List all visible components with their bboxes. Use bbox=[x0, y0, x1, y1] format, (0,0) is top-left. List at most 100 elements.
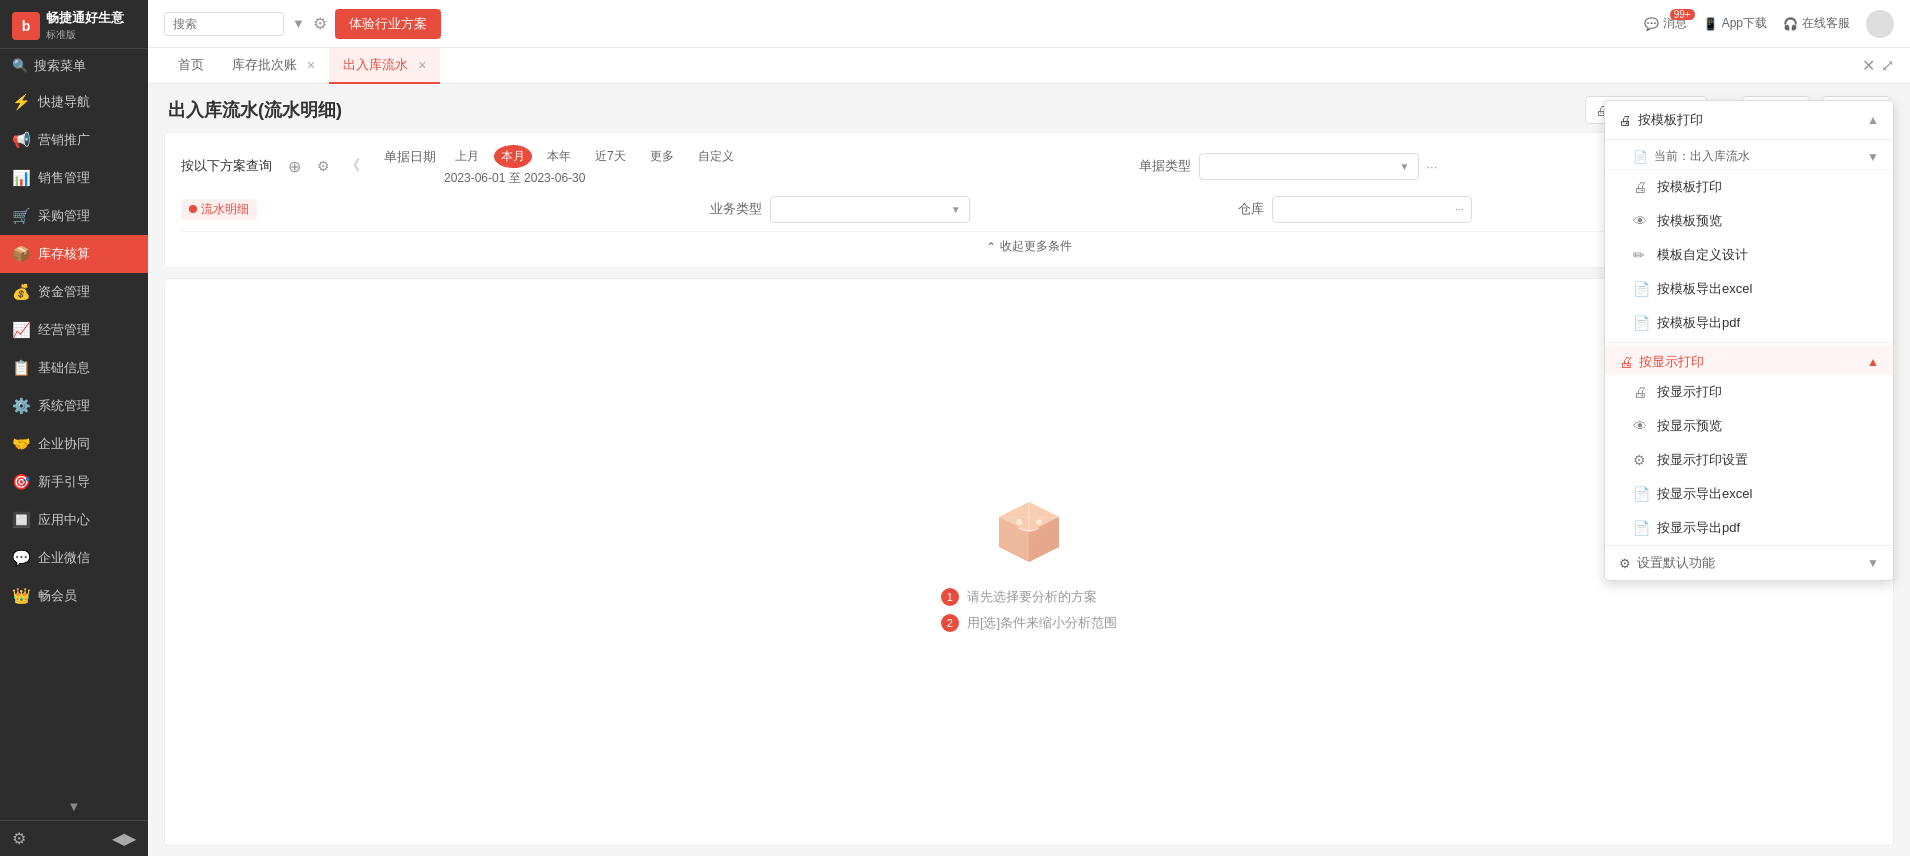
warehouse-label: 仓库 bbox=[1238, 200, 1264, 218]
dropdown-display-preview[interactable]: 👁 按显示预览 bbox=[1605, 409, 1893, 443]
date-filter-custom[interactable]: 自定义 bbox=[689, 145, 743, 168]
page-title: 出入库流水(流水明细) bbox=[168, 98, 342, 122]
display-section-label: 按显示打印 bbox=[1639, 353, 1704, 371]
filter-add-button[interactable]: ⊕ bbox=[288, 157, 301, 176]
dropdown-template-print[interactable]: 🖨 按模板打印 bbox=[1605, 170, 1893, 204]
dropdown-display-excel[interactable]: 📄 按显示导出excel bbox=[1605, 477, 1893, 511]
dropdown-footer-settings[interactable]: ⚙ 设置默认功能 ▼ bbox=[1605, 545, 1893, 580]
topbar-left: ▼ ⚙ 体验行业方案 bbox=[164, 9, 1632, 39]
sidebar-nav: ⚡ 快捷导航 📢 营销推广 📊 销售管理 🛒 采购管理 📦 库存核算 💰 资金管… bbox=[0, 83, 148, 793]
sidebar-item-inventory[interactable]: 📦 库存核算 bbox=[0, 235, 148, 273]
date-filter-this-month[interactable]: 本月 bbox=[494, 145, 532, 168]
date-filter-this-year[interactable]: 本年 bbox=[538, 145, 580, 168]
sidebar-item-label: 经营管理 bbox=[38, 321, 90, 339]
wechat-icon: 💬 bbox=[12, 549, 30, 567]
topbar-dropdown-chevron[interactable]: ▼ bbox=[292, 16, 305, 31]
tab-expand-icon[interactable]: ⤢ bbox=[1881, 56, 1894, 75]
online-service-button[interactable]: 🎧 在线客服 bbox=[1783, 15, 1850, 32]
industry-solution-button[interactable]: 体验行业方案 bbox=[335, 9, 441, 39]
main-content: ▼ ⚙ 体验行业方案 💬 消息 99+ 📱 App下载 🎧 在线客服 首页 bbox=[148, 0, 1910, 856]
warehouse-select[interactable]: ··· bbox=[1272, 196, 1472, 223]
sidebar-item-app[interactable]: 🔲 应用中心 bbox=[0, 501, 148, 539]
app-download-button[interactable]: 📱 App下载 bbox=[1703, 15, 1767, 32]
tag-dot bbox=[189, 205, 197, 213]
user-avatar[interactable] bbox=[1866, 10, 1894, 38]
sidebar-item-label: 畅会员 bbox=[38, 587, 77, 605]
date-filter-more[interactable]: 更多 bbox=[641, 145, 683, 168]
sidebar-item-wechat[interactable]: 💬 企业微信 bbox=[0, 539, 148, 577]
dropdown-template-excel[interactable]: 📄 按模板导出excel bbox=[1605, 272, 1893, 306]
doc-type-more-icon[interactable]: ··· bbox=[1427, 159, 1438, 174]
app-download-label: App下载 bbox=[1722, 15, 1767, 32]
flow-detail-tag[interactable]: 流水明细 bbox=[181, 199, 257, 220]
footer-settings-icon: ⚙ bbox=[1619, 556, 1631, 571]
step-2-text: 用[选]条件来缩小分析范围 bbox=[967, 614, 1117, 632]
display-section-collapse-icon[interactable]: ▲ bbox=[1867, 355, 1879, 369]
dropdown-display-pdf[interactable]: 📄 按显示导出pdf bbox=[1605, 511, 1893, 545]
sidebar-item-label: 销售管理 bbox=[38, 169, 90, 187]
dropdown-template-preview[interactable]: 👁 按模板预览 bbox=[1605, 204, 1893, 238]
tab-home[interactable]: 首页 bbox=[164, 48, 218, 84]
tab-batch-close[interactable]: × bbox=[307, 57, 315, 73]
dropdown-divider bbox=[1605, 342, 1893, 343]
sidebar-item-marketing[interactable]: 📢 营销推广 bbox=[0, 121, 148, 159]
shortcut-icon: ⚡ bbox=[12, 93, 30, 111]
collapse-more-button[interactable]: ⌃ 收起更多条件 bbox=[986, 238, 1072, 255]
tab-flow[interactable]: 出入库流水 × bbox=[329, 48, 440, 84]
sidebar-item-label: 应用中心 bbox=[38, 511, 90, 529]
sidebar-item-guide[interactable]: 🎯 新手引导 bbox=[0, 463, 148, 501]
sidebar-search[interactable]: 🔍 搜索菜单 bbox=[0, 49, 148, 83]
inventory-icon: 📦 bbox=[12, 245, 30, 263]
template-custom-label: 模板自定义设计 bbox=[1657, 246, 1748, 264]
sidebar-item-label: 库存核算 bbox=[38, 245, 90, 263]
filter-settings-button[interactable]: ⚙ bbox=[317, 158, 330, 174]
tab-flow-close[interactable]: × bbox=[418, 57, 426, 73]
template-pdf-icon: 📄 bbox=[1633, 315, 1649, 331]
message-button[interactable]: 💬 消息 99+ bbox=[1644, 15, 1687, 32]
biz-type-label: 业务类型 bbox=[710, 200, 762, 218]
sidebar-footer: ⚙ ◀▶ bbox=[0, 820, 148, 856]
empty-steps: 1 请先选择要分析的方案 2 用[选]条件来缩小分析范围 bbox=[941, 588, 1117, 632]
sidebar-item-member[interactable]: 👑 畅会员 bbox=[0, 577, 148, 615]
print-dropdown-panel: 🖨 按模板打印 ▲ 📄 当前：出入库流水 ▼ 🖨 按模板打印 👁 按模板预览 ✏… bbox=[1604, 100, 1894, 581]
svg-point-6 bbox=[1016, 519, 1022, 525]
doc-type-select[interactable]: ▼ bbox=[1199, 153, 1419, 180]
sidebar-item-basic[interactable]: 📋 基础信息 bbox=[0, 349, 148, 387]
dropdown-template-custom[interactable]: ✏ 模板自定义设计 bbox=[1605, 238, 1893, 272]
display-print-label: 按显示打印 bbox=[1657, 383, 1722, 401]
warehouse-chevron-icon: ··· bbox=[1455, 204, 1463, 215]
template-pdf-label: 按模板导出pdf bbox=[1657, 314, 1740, 332]
topbar-gear-icon[interactable]: ⚙ bbox=[313, 14, 327, 33]
doc-type-label: 单据类型 bbox=[1139, 157, 1191, 175]
search-label: 搜索菜单 bbox=[34, 57, 86, 75]
step-1-text: 请先选择要分析的方案 bbox=[967, 588, 1097, 606]
tab-close-page-icon[interactable]: ✕ bbox=[1862, 56, 1875, 75]
display-print-icon: 🖨 bbox=[1633, 384, 1649, 400]
sidebar-item-purchase[interactable]: 🛒 采购管理 bbox=[0, 197, 148, 235]
collapse-sidebar-icon[interactable]: ◀▶ bbox=[112, 829, 136, 848]
sidebar-scroll-down[interactable]: ▼ bbox=[0, 793, 148, 820]
dropdown-template-pdf[interactable]: 📄 按模板导出pdf bbox=[1605, 306, 1893, 340]
sidebar-item-operation[interactable]: 📈 经营管理 bbox=[0, 311, 148, 349]
dropdown-display-print[interactable]: 🖨 按显示打印 bbox=[1605, 375, 1893, 409]
date-filter-last-month[interactable]: 上月 bbox=[446, 145, 488, 168]
date-filter-7days[interactable]: 近7天 bbox=[586, 145, 635, 168]
filter-collapse-arrow[interactable]: 《 bbox=[346, 157, 360, 175]
dropdown-display-section: 🖨 按显示打印 ▲ bbox=[1605, 345, 1893, 375]
sidebar-item-finance[interactable]: 💰 资金管理 bbox=[0, 273, 148, 311]
sidebar-item-sales[interactable]: 📊 销售管理 bbox=[0, 159, 148, 197]
topbar: ▼ ⚙ 体验行业方案 💬 消息 99+ 📱 App下载 🎧 在线客服 bbox=[148, 0, 1910, 48]
current-chevron-icon[interactable]: ▼ bbox=[1867, 150, 1879, 164]
topbar-search-input[interactable] bbox=[164, 12, 284, 36]
service-icon: 🎧 bbox=[1783, 17, 1798, 31]
sales-icon: 📊 bbox=[12, 169, 30, 187]
sidebar-item-shortcut[interactable]: ⚡ 快捷导航 bbox=[0, 83, 148, 121]
biz-type-select[interactable]: ▼ bbox=[770, 196, 970, 223]
sidebar-item-system[interactable]: ⚙️ 系统管理 bbox=[0, 387, 148, 425]
settings-icon[interactable]: ⚙ bbox=[12, 829, 26, 848]
dropdown-collapse-icon[interactable]: ▲ bbox=[1867, 113, 1879, 127]
dropdown-display-settings[interactable]: ⚙ 按显示打印设置 bbox=[1605, 443, 1893, 477]
step-1-number: 1 bbox=[941, 588, 959, 606]
tab-batch[interactable]: 库存批次账 × bbox=[218, 48, 329, 84]
sidebar-item-cooperation[interactable]: 🤝 企业协同 bbox=[0, 425, 148, 463]
